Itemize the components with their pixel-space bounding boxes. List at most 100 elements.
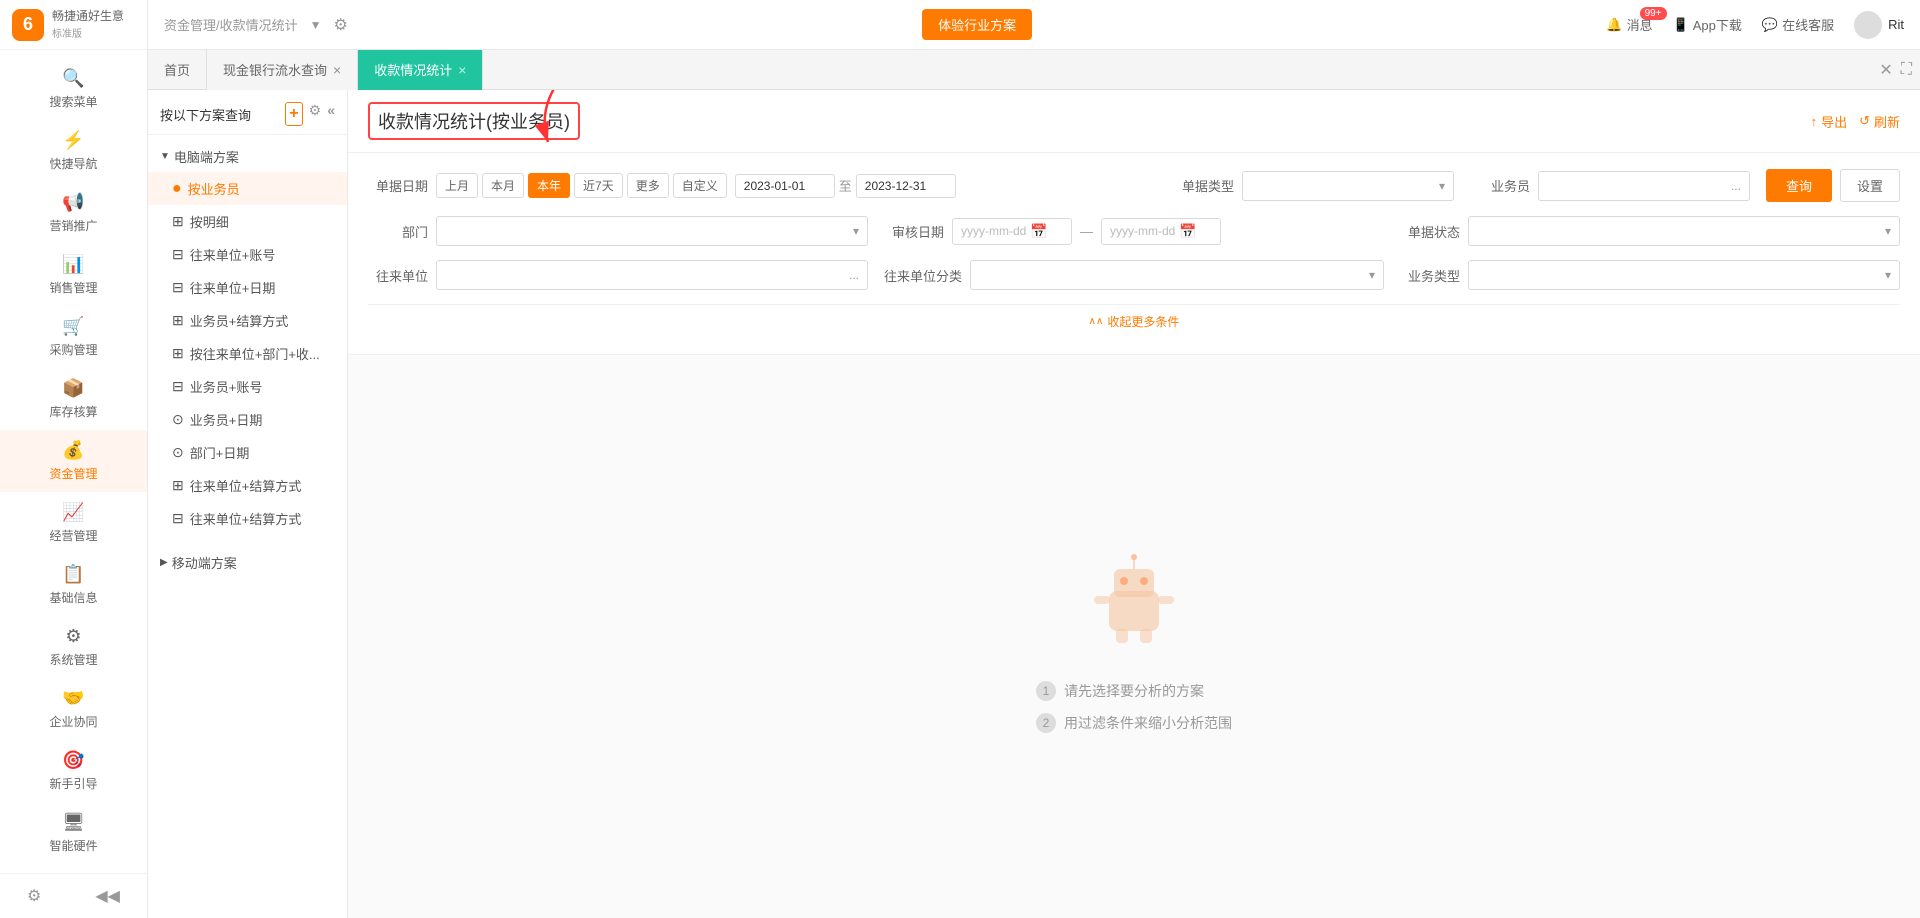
scheme-item-dept-date[interactable]: ⊙ 部门+日期 bbox=[148, 436, 347, 469]
refresh-button[interactable]: ↺ 刷新 bbox=[1859, 112, 1900, 131]
sidebar-item-basic[interactable]: 📋 基础信息 bbox=[0, 554, 147, 616]
scheme-item-partner-settlement2[interactable]: ⊟ 往来单位+结算方式 bbox=[148, 502, 347, 535]
scheme-item-salesperson-date[interactable]: ⊙ 业务员+日期 bbox=[148, 403, 347, 436]
header-user[interactable]: Rit bbox=[1854, 11, 1904, 39]
bill-type-select[interactable]: ▾ bbox=[1242, 171, 1454, 201]
header-message[interactable]: 🔔 消息 99+ bbox=[1606, 15, 1652, 34]
date-btn-custom[interactable]: 自定义 bbox=[673, 173, 727, 198]
basic-icon: 📋 bbox=[62, 564, 84, 585]
tab-expand-icon[interactable]: ⛶ bbox=[1901, 61, 1912, 79]
header-app-download[interactable]: 📱 App下载 bbox=[1673, 15, 1742, 34]
scheme-item-by-detail[interactable]: ⊞ 按明细 bbox=[148, 205, 347, 238]
bill-status-label: 单据状态 bbox=[1400, 222, 1460, 241]
empty-state-area: 1 请先选择要分析的方案 2 用过滤条件来缩小分析范围 bbox=[348, 355, 1920, 918]
scheme-label-salesperson-settlement: 业务员+结算方式 bbox=[190, 311, 289, 330]
date-btn-more[interactable]: 更多 bbox=[627, 173, 669, 198]
partner-more-icon[interactable]: ... bbox=[849, 268, 859, 282]
settings-button[interactable]: 设置 bbox=[1840, 169, 1900, 202]
date-btn-this-year[interactable]: 本年 bbox=[528, 173, 570, 198]
scheme-icon-salesperson-date: ⊙ bbox=[172, 411, 184, 428]
date-btn-this-month[interactable]: 本月 bbox=[482, 173, 524, 198]
header-online-service[interactable]: 💬 在线客服 bbox=[1762, 15, 1834, 34]
sidebar-item-system[interactable]: ⚙ 系统管理 bbox=[0, 616, 147, 678]
query-button[interactable]: 查询 bbox=[1766, 169, 1832, 202]
scheme-group-desktop[interactable]: ▼ 电脑端方案 bbox=[148, 141, 347, 172]
audit-to-input[interactable]: yyyy-mm-dd 📅 bbox=[1101, 218, 1221, 245]
user-avatar bbox=[1854, 11, 1882, 39]
scheme-item-partner-settlement1[interactable]: ⊞ 往来单位+结算方式 bbox=[148, 469, 347, 502]
sidebar-item-wechat[interactable]: 💬 企业微信 bbox=[0, 864, 147, 873]
header-gear-icon[interactable]: ⚙ bbox=[334, 15, 348, 35]
settings-scheme-icon[interactable]: ⚙ bbox=[309, 102, 322, 126]
date-to-input[interactable] bbox=[856, 174, 956, 198]
trial-button[interactable]: 体验行业方案 bbox=[922, 9, 1032, 40]
collapse-panel-icon[interactable]: « bbox=[327, 102, 335, 126]
scheme-item-partner-date[interactable]: ⊟ 往来单位+日期 bbox=[148, 271, 347, 304]
scheme-icon-partner-settlement2: ⊟ bbox=[172, 510, 184, 527]
add-scheme-icon[interactable]: + bbox=[285, 102, 302, 126]
sidebar-item-hardware[interactable]: 🖥 智能硬件 bbox=[0, 802, 147, 864]
scheme-item-salesperson-settlement[interactable]: ⊞ 业务员+结算方式 bbox=[148, 304, 347, 337]
scheme-item-salesperson-account[interactable]: ⊟ 业务员+账号 bbox=[148, 370, 347, 403]
tab-close-window-icon[interactable]: ✕ bbox=[1879, 60, 1892, 80]
audit-date-inputs: yyyy-mm-dd 📅 — yyyy-mm-dd 📅 bbox=[952, 218, 1384, 245]
audit-from-calendar-icon[interactable]: 📅 bbox=[1030, 223, 1047, 240]
operation-icon: 📈 bbox=[62, 502, 84, 523]
date-btn-7days[interactable]: 近7天 bbox=[574, 173, 623, 198]
sidebar-item-operation-label: 经营管理 bbox=[49, 527, 97, 544]
salesperson-more-icon[interactable]: ... bbox=[1731, 179, 1741, 193]
scheme-item-partner-account[interactable]: ⊟ 往来单位+账号 bbox=[148, 238, 347, 271]
sidebar-item-purchase[interactable]: 🛒 采购管理 bbox=[0, 306, 147, 368]
filter-row-3: 往来单位 ... 往来单位分类 ▾ bbox=[368, 260, 1900, 290]
date-btn-last-month[interactable]: 上月 bbox=[436, 173, 478, 198]
date-separator: 至 bbox=[839, 176, 852, 195]
salesperson-select[interactable]: ... bbox=[1538, 171, 1750, 201]
sidebar-settings-icon[interactable]: ⚙ bbox=[27, 886, 41, 906]
sidebar-item-guide[interactable]: 🎯 新手引导 bbox=[0, 740, 147, 802]
sidebar-item-hardware-label: 智能硬件 bbox=[49, 837, 97, 854]
sidebar-item-quicknav[interactable]: ⚡ 快捷导航 bbox=[0, 120, 147, 182]
sidebar-item-inventory[interactable]: 📦 库存核算 bbox=[0, 368, 147, 430]
sidebar-item-operation[interactable]: 📈 经营管理 bbox=[0, 492, 147, 554]
scheme-section-mobile: ▶ 移动端方案 bbox=[148, 541, 347, 584]
bill-status-select[interactable]: ▾ bbox=[1468, 216, 1900, 246]
tab-bank-close-icon[interactable]: × bbox=[333, 62, 341, 78]
date-range-selector: 上月 本月 本年 近7天 更多 自定义 bbox=[436, 173, 727, 198]
date-from-input[interactable] bbox=[735, 174, 835, 198]
export-button[interactable]: ↑ 导出 bbox=[1811, 112, 1848, 131]
hint-num-2: 2 bbox=[1036, 713, 1056, 733]
dept-select[interactable]: ▾ bbox=[436, 216, 868, 246]
collapse-conditions-bar[interactable]: ∧∧ 收起更多条件 bbox=[368, 304, 1900, 338]
robot-svg bbox=[1084, 551, 1184, 651]
scheme-icon-dept-date: ⊙ bbox=[172, 444, 184, 461]
scheme-item-by-salesperson[interactable]: ● 按业务员 bbox=[148, 172, 347, 205]
sidebar-item-marketing[interactable]: 📢 营销推广 bbox=[0, 182, 147, 244]
sidebar-item-purchase-label: 采购管理 bbox=[49, 341, 97, 358]
scheme-group-mobile[interactable]: ▶ 移动端方案 bbox=[148, 547, 347, 578]
partner-category-select[interactable]: ▾ bbox=[970, 260, 1384, 290]
sidebar-item-search[interactable]: 🔍 搜索菜单 bbox=[0, 58, 147, 120]
scheme-section-desktop: ▼ 电脑端方案 ● 按业务员 ⊞ 按明细 ⊟ 往来单位+账号 bbox=[148, 135, 347, 541]
dept-label: 部门 bbox=[368, 222, 428, 241]
tab-receipt-close-icon[interactable]: × bbox=[458, 62, 466, 78]
audit-to-calendar-icon[interactable]: 📅 bbox=[1179, 223, 1196, 240]
tab-bank[interactable]: 现金银行流水查询 × bbox=[207, 50, 358, 90]
sidebar-item-finance-label: 资金管理 bbox=[49, 465, 97, 482]
sidebar-item-finance[interactable]: 💰 资金管理 bbox=[0, 430, 147, 492]
sidebar-item-enterprise[interactable]: 🤝 企业协同 bbox=[0, 678, 147, 740]
enterprise-icon: 🤝 bbox=[62, 688, 84, 709]
partner-select[interactable]: ... bbox=[436, 260, 868, 290]
tab-receipt[interactable]: 收款情况统计 × bbox=[358, 50, 483, 90]
tab-home[interactable]: 首页 bbox=[148, 50, 207, 90]
filter-row-1: 单据日期 上月 本月 本年 近7天 更多 自定义 至 bbox=[368, 169, 1900, 202]
header-dropdown-icon[interactable]: ▼ bbox=[310, 18, 322, 32]
sidebar-item-sales[interactable]: 📊 销售管理 bbox=[0, 244, 147, 306]
audit-from-input[interactable]: yyyy-mm-dd 📅 bbox=[952, 218, 1072, 245]
scheme-item-partner-dept[interactable]: ⊞ 按往来单位+部门+收... bbox=[148, 337, 347, 370]
business-type-select[interactable]: ▾ bbox=[1468, 260, 1900, 290]
filter-partner: 往来单位 ... bbox=[368, 260, 868, 290]
sidebar-item-guide-label: 新手引导 bbox=[49, 775, 97, 792]
page-header: 收款情况统计(按业务员) bbox=[348, 90, 1920, 153]
sidebar-collapse-icon[interactable]: ◀◀ bbox=[95, 886, 120, 906]
filter-dept: 部门 ▾ bbox=[368, 216, 868, 246]
